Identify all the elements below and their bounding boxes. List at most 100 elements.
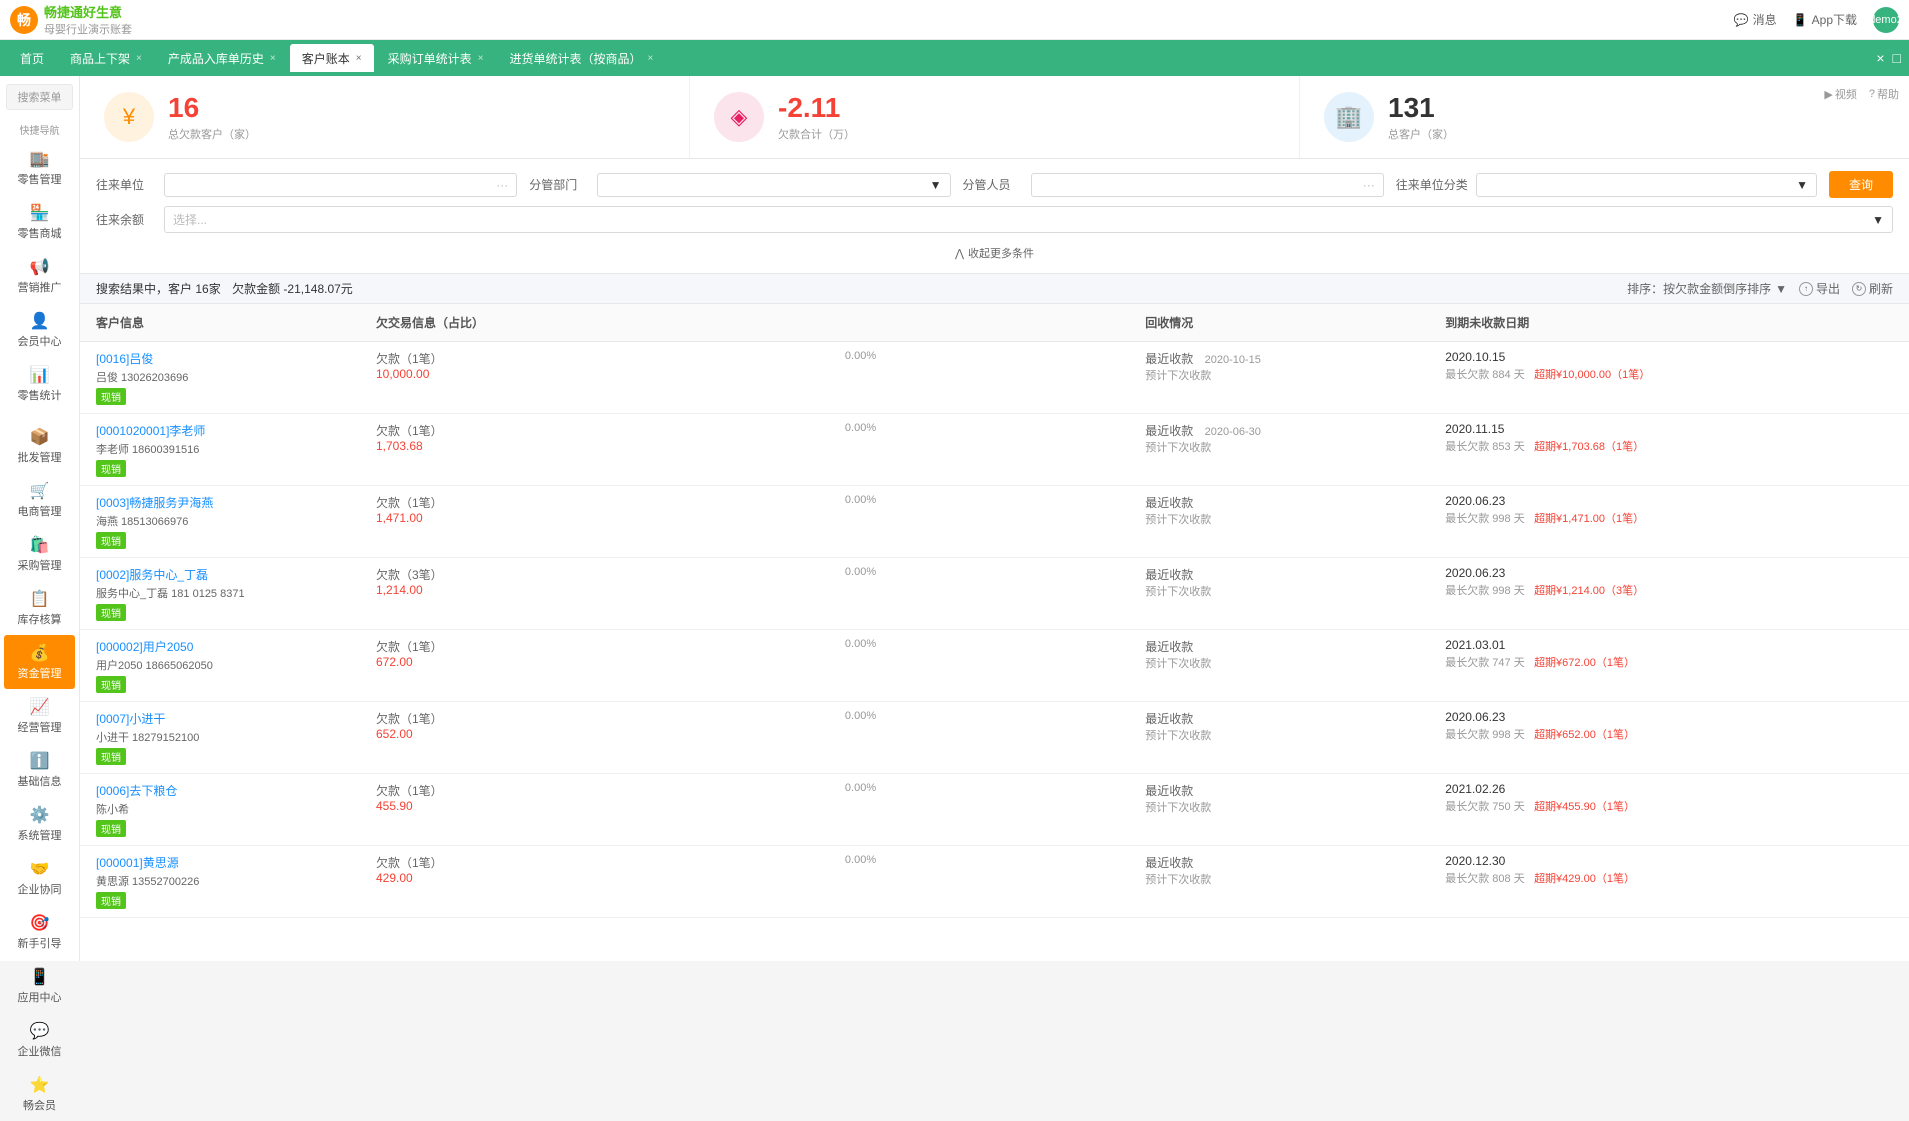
overdue-amount-link[interactable]: 超期¥1,703.68（1笔） (1534, 441, 1644, 453)
debt-count: 欠款（1笔） (376, 350, 813, 367)
retail-mgmt-label: 零售管理 (6, 171, 73, 187)
customer-name-link[interactable]: [0003]畅捷服务尹海燕 (96, 496, 213, 510)
sidebar-item-batch-mgmt[interactable]: 📦 批发管理 (0, 419, 79, 473)
customer-info-cell: [0007]小进干 小进干 18279152100 现销 (80, 702, 360, 774)
tab-close-icon[interactable]: × (136, 53, 142, 64)
tab-home[interactable]: 首页 (8, 44, 56, 72)
customer-name-link[interactable]: [0001020001]李老师 (96, 424, 205, 438)
sidebar-item-retail-mall[interactable]: 🏪 零售商城 (0, 195, 79, 249)
sidebar-item-marketing[interactable]: 📢 营销推广 (0, 249, 79, 303)
ecommerce-icon: 🛒 (6, 481, 73, 501)
help-btn[interactable]: ? 帮助 (1869, 86, 1899, 102)
tab-purchase-stat-label: 进货单统计表（按商品） (509, 50, 641, 67)
tab-close-icon[interactable]: × (356, 53, 362, 64)
tab-close-icon[interactable]: × (270, 53, 276, 64)
result-actions: 排序：按欠款金额倒序排序 ▼ ↑ 导出 ↻ 刷新 (1627, 280, 1893, 297)
app-download-btn[interactable]: 📱 App下载 (1793, 11, 1857, 28)
close-all-tabs-btn[interactable]: × (1876, 50, 1884, 66)
customer-phone: 黄思源 13552700226 (96, 873, 344, 889)
data-table-container: 客户信息 欠交易信息（占比） 回收情况 到期未收款日期 [0016]吕俊 吕俊 … (80, 304, 1909, 961)
next-pay-label: 预计下次收款 (1145, 727, 1413, 743)
customer-name-link[interactable]: [0016]吕俊 (96, 352, 153, 366)
search-menu-btn[interactable]: 搜索菜单 (6, 84, 73, 110)
inventory-icon: 📋 (6, 589, 73, 609)
overdue-amount-link[interactable]: 超期¥1,471.00（1笔） (1534, 513, 1644, 525)
tab-products-offline[interactable]: 商品上下架 × (58, 44, 154, 72)
collapse-filters-btn[interactable]: ⋀ 收起更多条件 (96, 241, 1893, 265)
tab-close-icon[interactable]: × (647, 53, 653, 64)
sidebar-item-operations[interactable]: 📈 经营管理 (0, 689, 79, 743)
sidebar-item-new-guide[interactable]: 🎯 新手引导 (0, 905, 79, 959)
sidebar-item-enterprise-wechat[interactable]: 💬 企业微信 (0, 1013, 79, 1067)
sidebar-item-finance[interactable]: 💰 资金管理 (4, 635, 75, 689)
debt-ratio-cell: 0.00% (829, 558, 1129, 630)
message-btn[interactable]: 💬 消息 (1734, 11, 1777, 28)
customer-name-link[interactable]: [0002]服务中心_丁磊 (96, 568, 208, 582)
help-icon: ? (1869, 88, 1875, 100)
debt-amount: 672.00 (376, 655, 813, 669)
app-center-label: 应用中心 (6, 989, 73, 1005)
enterprise-coop-label: 企业协同 (6, 881, 73, 897)
customer-name-link[interactable]: [000002]用户2050 (96, 640, 193, 654)
from-unit-label: 往来单位 (96, 176, 156, 193)
main-layout: 搜索菜单 快捷导航 🏬 零售管理 🏪 零售商城 📢 营销推广 👤 会员中心 📊 … (0, 76, 1909, 961)
filter-bar: 往来单位 ··· 分管部门 ▼ 分管人员 ··· (80, 159, 1909, 274)
sidebar-item-inventory[interactable]: 📋 库存核算 (0, 581, 79, 635)
sidebar-item-smooth-member[interactable]: ⭐ 畅会员 (0, 1067, 79, 1121)
sidebar-item-app-center[interactable]: 📱 应用中心 (0, 959, 79, 1013)
basic-info-label: 基础信息 (6, 773, 73, 789)
collapse-label: 收起更多条件 (968, 245, 1034, 261)
overdue-amount-link[interactable]: 超期¥1,214.00（3笔） (1534, 585, 1644, 597)
overdue-amount-link[interactable]: 超期¥10,000.00（1笔） (1534, 369, 1650, 381)
debt-customers-icon: ¥ (104, 92, 154, 142)
due-date-cell: 2021.03.01 最长欠款 747 天 超期¥672.00（1笔） (1429, 630, 1909, 702)
table-header-row: 客户信息 欠交易信息（占比） 回收情况 到期未收款日期 (80, 304, 1909, 342)
debt-count-cell: 欠款（3笔） 1,214.00 (360, 558, 829, 630)
due-date: 2021.02.26 (1445, 782, 1893, 796)
sort-btn[interactable]: 排序：按欠款金额倒序排序 ▼ (1627, 280, 1787, 297)
tab-purchase-order[interactable]: 采购订单统计表 × (376, 44, 496, 72)
overdue-amount-link[interactable]: 超期¥455.90（1笔） (1534, 801, 1635, 813)
sidebar-item-retail-mgmt[interactable]: 🏬 零售管理 (0, 141, 79, 195)
tab-customer-account[interactable]: 客户账本 × (290, 44, 374, 72)
refresh-btn[interactable]: ↻ 刷新 (1852, 280, 1893, 297)
overdue-days: 最长欠款 998 天 (1445, 513, 1524, 525)
overdue-amount-link[interactable]: 超期¥672.00（1笔） (1534, 657, 1635, 669)
customer-name-link[interactable]: [000001]黄思源 (96, 856, 179, 870)
sidebar-item-member[interactable]: 👤 会员中心 (0, 303, 79, 357)
view-video-btn[interactable]: ▶ 视频 (1824, 86, 1856, 102)
view-label: 视频 (1835, 86, 1857, 102)
debt-ratio-cell: 0.00% (829, 486, 1129, 558)
unit-class-select[interactable]: ▼ (1476, 173, 1817, 197)
customer-name-link[interactable]: [0006]去下粮仓 (96, 784, 177, 798)
from-unit-input[interactable]: ··· (164, 173, 517, 197)
recovery-cell: 最近收款 预计下次收款 (1129, 630, 1429, 702)
recovery-cell: 最近收款 预计下次收款 (1129, 702, 1429, 774)
overdue-amount-link[interactable]: 超期¥652.00（1笔） (1534, 729, 1635, 741)
export-btn[interactable]: ↑ 导出 (1799, 280, 1840, 297)
app-center-icon: 📱 (6, 967, 73, 987)
person-input[interactable]: ··· (1031, 173, 1384, 197)
sidebar-item-purchase[interactable]: 🛍️ 采购管理 (0, 527, 79, 581)
tab-production-history[interactable]: 产成品入库单历史 × (156, 44, 288, 72)
overdue-info: 最长欠款 998 天 超期¥652.00（1笔） (1445, 726, 1893, 742)
user-profile[interactable]: demo2 (1873, 7, 1899, 33)
balance-select[interactable]: 选择... ▼ (164, 206, 1893, 233)
tab-close-icon[interactable]: × (478, 53, 484, 64)
customer-name-link[interactable]: [0007]小进干 (96, 712, 165, 726)
sidebar-item-ecommerce[interactable]: 🛒 电商管理 (0, 473, 79, 527)
tab-purchase-stat[interactable]: 进货单统计表（按商品） × (497, 44, 665, 72)
sidebar-item-enterprise-coop[interactable]: 🤝 企业协同 (0, 851, 79, 905)
app-download-label: App下载 (1812, 11, 1857, 28)
due-date: 2021.03.01 (1445, 638, 1893, 652)
query-button[interactable]: 查询 (1829, 171, 1893, 198)
sidebar-item-sys-mgmt[interactable]: ⚙️ 系统管理 (0, 797, 79, 851)
top-right: 💬 消息 📱 App下载 demo2 (1734, 7, 1899, 33)
sidebar-item-basic-info[interactable]: ℹ️ 基础信息 (0, 743, 79, 797)
maximize-btn[interactable]: □ (1893, 50, 1901, 66)
overdue-amount-link[interactable]: 超期¥429.00（1笔） (1534, 873, 1635, 885)
sidebar-item-retail-stats[interactable]: 📊 零售统计 (0, 357, 79, 411)
sys-mgmt-label: 系统管理 (6, 827, 73, 843)
customer-info-cell: [0001020001]李老师 李老师 18600391516 现销 (80, 414, 360, 486)
dept-select[interactable]: ▼ (597, 173, 950, 197)
